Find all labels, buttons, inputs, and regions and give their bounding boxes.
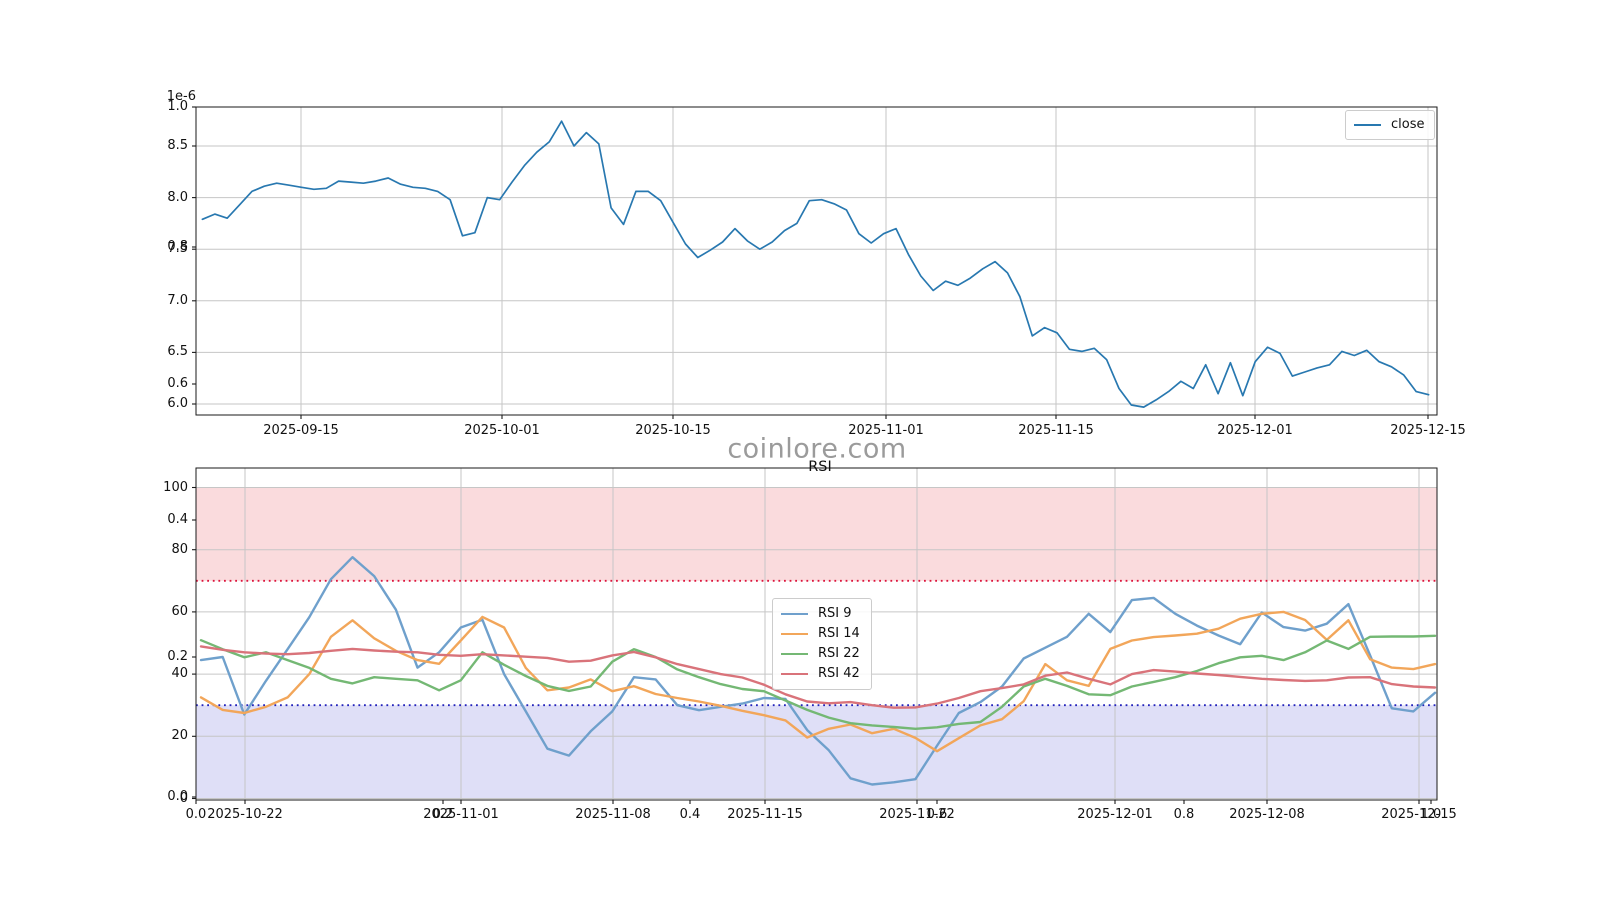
legend-entry-label: RSI 22 [818,646,860,661]
overlay-x-ticklabel: 0.4 [679,807,701,822]
legend-line-swatch [781,613,808,615]
price-plot-border [195,106,1438,416]
rsi-legend: RSI 9 RSI 14 RSI 22 RSI 42 [772,598,872,690]
chart-figure: 1e-6 8.5 8.0 7.5 7.0 6.5 6.0 1.0 0.8 0.6 0.4 0.2 0… [0,0,1600,900]
price-y-ticklabel: 8.0 [167,189,188,205]
price-x-ticklabel: 2025-10-15 [635,423,711,438]
price-x-ticklabel: 2025-11-15 [1018,423,1094,438]
legend-entry: close [1354,116,1424,134]
oversold-band [196,705,1437,799]
price-y-ticklabel: 7.0 [167,292,188,308]
overlay-y-ticklabel: 1.0 [167,99,188,114]
legend-entry: RSI 22 [781,644,861,664]
legend-line-swatch [1354,124,1381,126]
legend-line-swatch [781,653,808,655]
rsi-y-ticklabel: 100 [163,479,188,495]
legend-entry-label: RSI 42 [818,666,860,681]
overlay-x-ticklabel: 1.0 [1420,807,1442,822]
legend-entry: RSI 14 [781,624,861,644]
legend-line-swatch [781,673,808,675]
overlay-x-ticklabel: 0.2 [432,807,454,822]
rsi-x-ticklabel: 2025-11-08 [575,807,651,822]
price-x-ticklabel: 2025-10-01 [464,423,540,438]
legend-entry-label: close [1391,117,1425,132]
rsi-y-ticklabel: 0 [179,790,188,806]
price-x-ticklabel: 2025-09-15 [263,423,339,438]
rsi-y-ticklabel: 60 [171,603,188,619]
overlay-y-ticklabel: 0.2 [167,649,188,664]
overlay-y-ticklabel: 0.4 [167,512,188,527]
overlay-x-ticklabel: 0.6 [926,807,948,822]
rsi-x-ticklabel: 2025-12-08 [1229,807,1305,822]
rsi-chart-title: RSI [808,459,832,475]
price-x-ticklabel: 2025-12-01 [1217,423,1293,438]
close-price-line [201,120,1430,408]
price-y-ticklabel: 6.5 [167,344,188,360]
rsi-x-ticklabel: 2025-12-01 [1077,807,1153,822]
rsi-x-ticklabel: 2025-11-15 [727,807,803,822]
rsi-x-ticklabel: 2025-12-15 [1381,807,1457,822]
legend-entry: RSI 42 [781,664,861,684]
overlay-y-ticklabel: 0.6 [167,376,188,391]
rsi-y-ticklabel: 40 [171,666,188,682]
close-legend: close [1345,110,1435,140]
legend-entry: RSI 9 [781,604,861,624]
rsi-y-ticklabel: 80 [171,541,188,557]
legend-line-swatch [781,633,808,635]
price-y-ticklabel: 8.5 [167,138,188,153]
overlay-y-ticklabel: 0.8 [167,239,188,254]
overlay-x-ticklabel: 0.8 [1173,807,1195,822]
legend-entry-label: RSI 14 [818,626,860,641]
price-y-ticklabel: 6.0 [167,396,188,411]
overbought-band [196,487,1437,581]
overlay-x-ticklabel: 0.0 [185,807,207,822]
rsi-y-ticklabel: 20 [171,728,188,744]
rsi-x-ticklabel: 2025-10-22 [207,807,283,822]
price-x-ticklabel: 2025-12-15 [1390,423,1466,438]
legend-entry-label: RSI 9 [818,606,852,621]
